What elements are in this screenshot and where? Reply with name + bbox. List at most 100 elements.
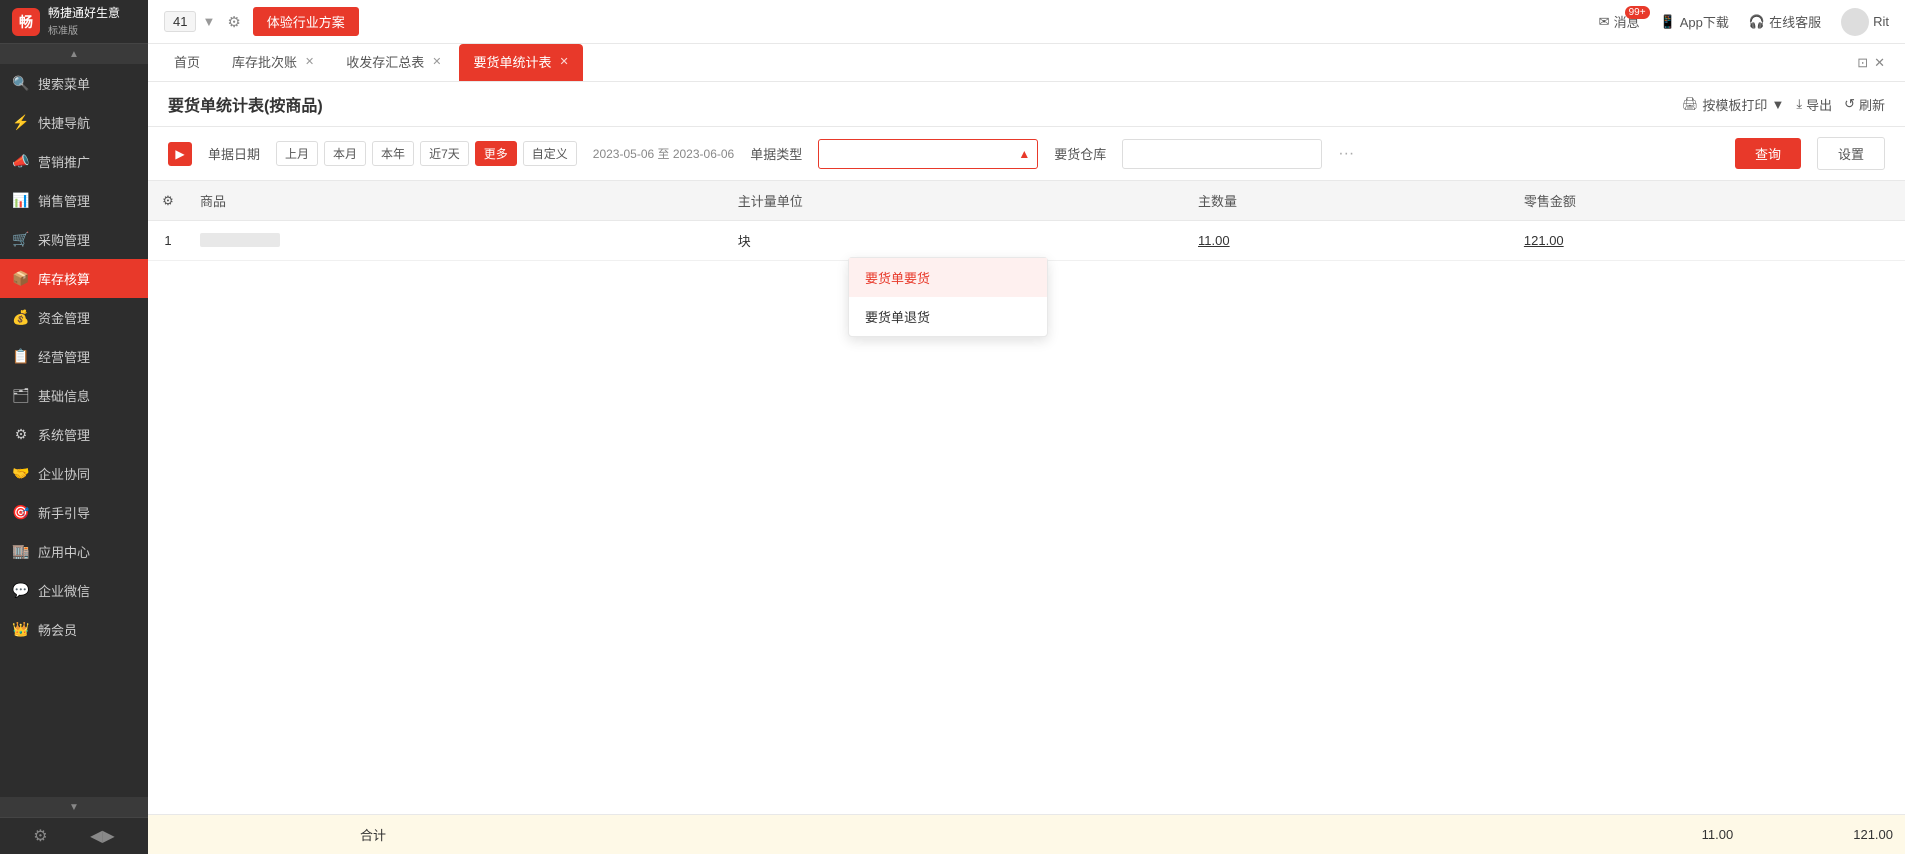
template-print-btn[interactable]: 🖨 按模板打印 ▼ [1682, 95, 1784, 114]
sidebar-item-wechat[interactable]: 💬 企业微信 [0, 571, 148, 610]
this-year-btn[interactable]: 本年 [372, 141, 414, 166]
col-settings[interactable]: ⚙ [148, 181, 188, 221]
more-filters-icon[interactable]: ··· [1338, 145, 1354, 163]
dropdown-item-order-goods[interactable]: 要货单要货 [849, 258, 1047, 297]
sidebar-scroll-down[interactable]: ▼ [0, 797, 148, 817]
online-service-item[interactable]: 🎧 在线客服 [1749, 12, 1821, 31]
row-quantity[interactable]: 11.00 [1186, 221, 1512, 261]
sidebar-item-marketing[interactable]: 📣 营销推广 [0, 142, 148, 181]
col-quantity: 主数量 [1186, 181, 1512, 221]
custom-btn[interactable]: 自定义 [523, 141, 577, 166]
sidebar-item-sales[interactable]: 📊 销售管理 [0, 181, 148, 220]
wechat-icon: 💬 [12, 582, 30, 600]
inventory-icon: 📦 [12, 270, 30, 288]
dropdown-item-order-return[interactable]: 要货单退货 [849, 297, 1047, 336]
collapse-icon[interactable]: ◀▶ [90, 826, 115, 846]
sidebar-item-appstore[interactable]: 🏬 应用中心 [0, 532, 148, 571]
table-row: 1 ██████ 块 11.00 121.00 [148, 221, 1905, 261]
summary-amount: 121.00 [1853, 827, 1893, 842]
tab-order-stat[interactable]: 要货单统计表 ✕ [459, 44, 582, 81]
sidebar-item-basic[interactable]: 🗂 基础信息 [0, 376, 148, 415]
expand-icon: ⊡ [1857, 55, 1868, 71]
sidebar-item-enterprise[interactable]: 🤝 企业协同 [0, 454, 148, 493]
sidebar-nav: 🔍 搜索菜单 ⚡ 快捷导航 📣 营销推广 📊 销售管理 🛒 采购管理 📦 库存核… [0, 64, 148, 797]
settings-icon[interactable]: ⚙ [33, 826, 47, 846]
row-unit: 块 [726, 221, 1186, 261]
this-month-btn[interactable]: 本月 [324, 141, 366, 166]
content-wrapper: 要货单统计表(按商品) 🖨 按模板打印 ▼ ⤓ 导出 ↺ 刷新 [148, 82, 1905, 854]
guide-icon: 🎯 [12, 504, 30, 522]
user-avatar[interactable]: Rit [1841, 8, 1889, 36]
purchase-icon: 🛒 [12, 231, 30, 249]
settings-col-icon[interactable]: ⚙ [162, 193, 174, 208]
sidebar-bottom: ⚙ ◀▶ [0, 817, 148, 854]
appstore-icon: 🏬 [12, 543, 30, 561]
system-icon: ⚙ [12, 426, 30, 444]
export-btn[interactable]: ⤓ 导出 [1796, 95, 1832, 114]
refresh-icon: ↺ [1844, 96, 1855, 112]
sidebar-item-operation[interactable]: 📋 经营管理 [0, 337, 148, 376]
last-month-btn[interactable]: 上月 [276, 141, 318, 166]
tab-close-icon[interactable]: ✕ [432, 55, 441, 68]
sidebar-logo: 畅 畅捷通好生意 标准版 [0, 0, 148, 44]
filter-date-btns: 上月 本月 本年 近7天 更多 自定义 [276, 141, 577, 166]
row-product: ██████ [188, 221, 726, 261]
sidebar-item-label: 库存核算 [38, 269, 90, 288]
sidebar-item-finance[interactable]: 💰 资金管理 [0, 298, 148, 337]
doc-type-input[interactable] [818, 139, 1038, 169]
doc-type-dropdown: 要货单要货 要货单退货 [848, 257, 1048, 337]
member-icon: 👑 [12, 621, 30, 639]
chevron-down-icon: ▼ [1771, 97, 1784, 112]
page-title: 要货单统计表(按商品) [168, 92, 323, 116]
sidebar-item-inventory[interactable]: 📦 库存核算 [0, 259, 148, 298]
sidebar-item-label: 新手引导 [38, 503, 90, 522]
tab-close-icon[interactable]: ✕ [560, 55, 569, 68]
summary-values: 11.00 121.00 [1702, 827, 1893, 842]
app-download-item[interactable]: 📱 App下载 [1660, 12, 1729, 31]
store-number: 41 [164, 11, 196, 32]
date-label: 单据日期 [208, 144, 260, 163]
tab-home[interactable]: 首页 [160, 44, 214, 81]
sidebar-item-system[interactable]: ⚙ 系统管理 [0, 415, 148, 454]
col-unit: 主计量单位 [726, 181, 1186, 221]
filter-settings-btn[interactable]: 设置 [1817, 137, 1885, 170]
sidebar-item-search[interactable]: 🔍 搜索菜单 [0, 64, 148, 103]
sidebar-item-purchase[interactable]: 🛒 采购管理 [0, 220, 148, 259]
app-download-label: App下载 [1680, 12, 1729, 31]
sidebar-item-label: 基础信息 [38, 386, 90, 405]
sidebar-item-label: 企业协同 [38, 464, 90, 483]
topbar-gear-icon[interactable]: ⚙ [227, 13, 240, 31]
tab-close-icon[interactable]: ✕ [305, 55, 314, 68]
sidebar-scroll-up[interactable]: ▲ [0, 44, 148, 64]
headset-icon: 🎧 [1749, 14, 1765, 30]
sidebar-item-shortcut[interactable]: ⚡ 快捷导航 [0, 103, 148, 142]
store-selector[interactable]: 41 ▼ [164, 11, 215, 32]
warehouse-input[interactable] [1122, 139, 1322, 169]
more-btn[interactable]: 更多 [475, 141, 517, 166]
page-header: 要货单统计表(按商品) 🖨 按模板打印 ▼ ⤓ 导出 ↺ 刷新 [148, 82, 1905, 127]
data-table: ⚙ 商品 主计量单位 主数量 零售金额 [148, 181, 1905, 261]
tab-inventory-batch[interactable]: 库存批次账 ✕ [218, 44, 328, 81]
search-btn[interactable]: 查询 [1735, 138, 1801, 169]
filter-expand-btn[interactable]: ▶ [168, 142, 192, 166]
logo-icon: 畅 [12, 8, 40, 36]
marketing-icon: 📣 [12, 153, 30, 171]
last7days-btn[interactable]: 近7天 [420, 141, 469, 166]
row-amount[interactable]: 121.00 [1512, 221, 1905, 261]
sidebar-item-member[interactable]: 👑 畅会员 [0, 610, 148, 649]
tab-receive-summary[interactable]: 收发存汇总表 ✕ [332, 44, 455, 81]
page-actions: 🖨 按模板打印 ▼ ⤓ 导出 ↺ 刷新 [1682, 95, 1885, 114]
sidebar-item-guide[interactable]: 🎯 新手引导 [0, 493, 148, 532]
tab-expand[interactable]: ⊡ ✕ [1849, 44, 1893, 81]
basic-icon: 🗂 [12, 387, 30, 405]
avatar [1841, 8, 1869, 36]
close-all-icon: ✕ [1874, 55, 1885, 71]
notification-item[interactable]: ✉ 消息 99+ [1599, 12, 1640, 31]
enterprise-icon: 🤝 [12, 465, 30, 483]
trial-btn[interactable]: 体验行业方案 [253, 7, 359, 36]
refresh-btn[interactable]: ↺ 刷新 [1844, 95, 1885, 114]
tab-home-label: 首页 [174, 52, 200, 71]
print-icon: 🖨 [1682, 96, 1699, 112]
col-product: 商品 [188, 181, 726, 221]
online-service-label: 在线客服 [1769, 12, 1821, 31]
